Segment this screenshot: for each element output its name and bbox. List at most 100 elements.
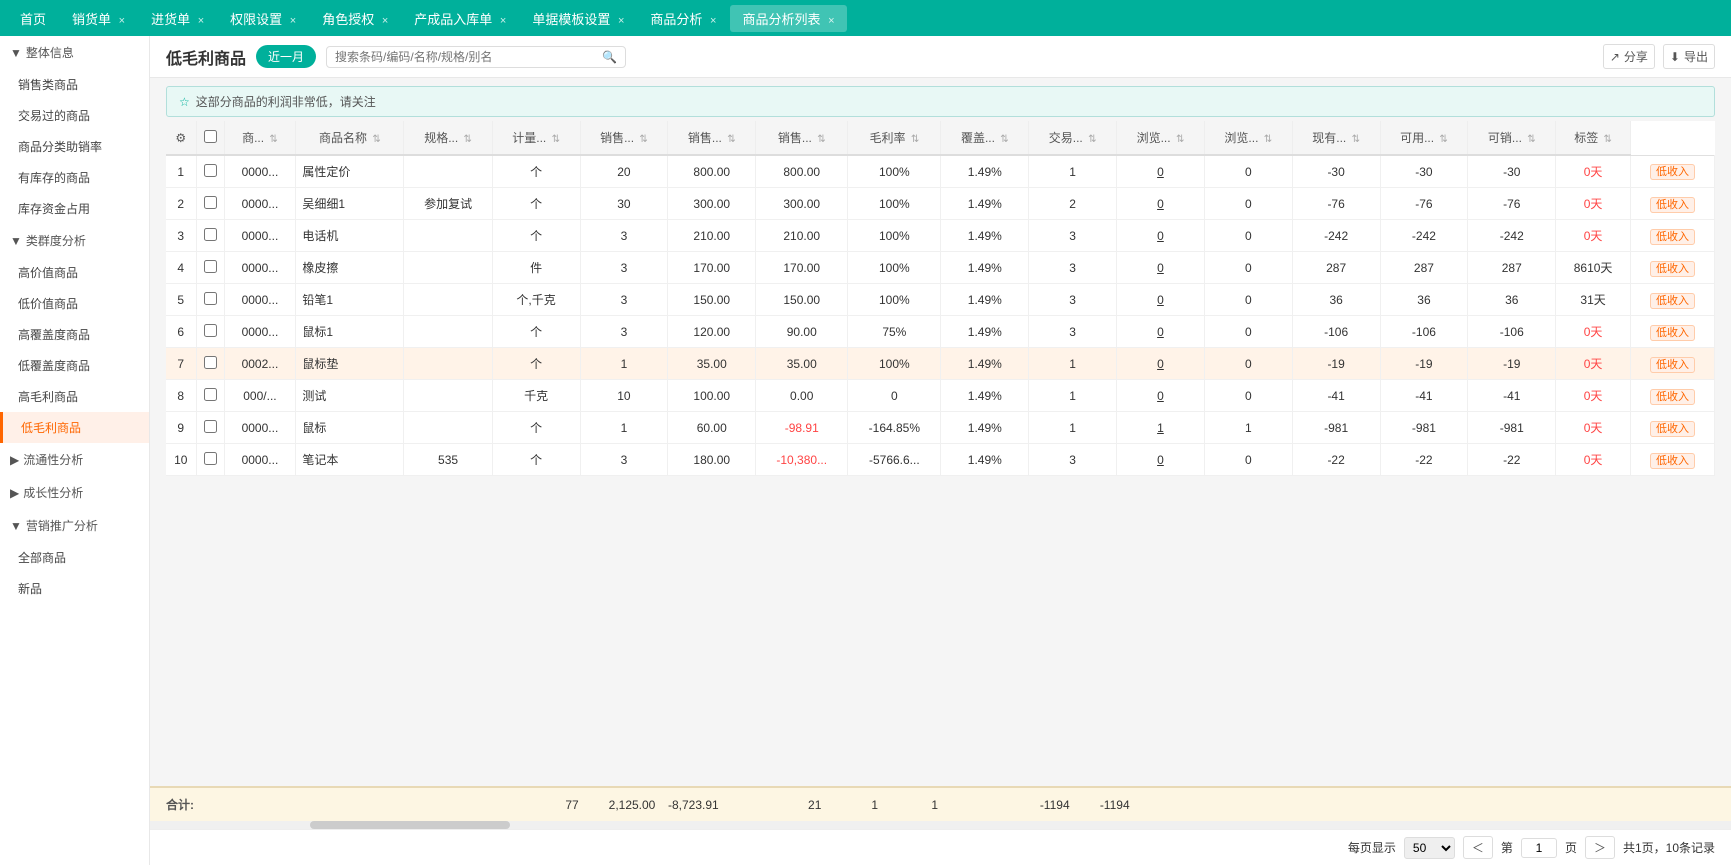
col-profit-pct[interactable]: 毛利率 ⇅ <box>848 121 941 155</box>
row-cb-9[interactable] <box>196 444 224 476</box>
col-spec[interactable]: 规格... ⇅ <box>404 121 492 155</box>
nav-permission[interactable]: 权限设置 × <box>218 5 308 32</box>
col-view2[interactable]: 浏览... ⇅ <box>1204 121 1292 155</box>
row-checkbox-1[interactable] <box>204 196 217 209</box>
col-current[interactable]: 现有... ⇅ <box>1292 121 1380 155</box>
col-available[interactable]: 可用... ⇅ <box>1380 121 1468 155</box>
row-checkbox-3[interactable] <box>204 260 217 273</box>
sidebar-item-traded-goods[interactable]: 交易过的商品 <box>0 100 149 131</box>
scroll-track[interactable] <box>150 821 1731 829</box>
sidebar-item-sales-goods[interactable]: 销售类商品 <box>0 69 149 100</box>
col-checkbox[interactable] <box>196 121 224 155</box>
nav-home[interactable]: 首页 <box>8 5 58 32</box>
row-cb-5[interactable] <box>196 316 224 348</box>
sidebar-item-capital[interactable]: 库存资金占用 <box>0 193 149 224</box>
row-trade-4[interactable]: 0 <box>1117 284 1205 316</box>
col-settings[interactable]: ⚙ <box>166 121 196 155</box>
close-goods-analysis-icon[interactable]: × <box>710 15 716 27</box>
sidebar-group-cluster[interactable]: ▼ 类群度分析 <box>0 224 149 257</box>
sidebar-item-new-goods[interactable]: 新品 <box>0 573 149 604</box>
close-product-entry-icon[interactable]: × <box>500 15 506 27</box>
close-goods-analysis-list-icon[interactable]: × <box>828 15 834 27</box>
sidebar-group-overall[interactable]: ▼ 整体信息 <box>0 36 149 69</box>
col-sales-profit[interactable]: 销售... ⇅ <box>756 121 848 155</box>
col-sales-qty[interactable]: 销售... ⇅ <box>580 121 668 155</box>
close-permission-icon[interactable]: × <box>290 15 296 27</box>
sidebar-group-circulation[interactable]: ▶ 流通性分析 <box>0 443 149 476</box>
close-sales-icon[interactable]: × <box>119 15 125 27</box>
col-code[interactable]: 商... ⇅ <box>224 121 296 155</box>
sidebar-item-category-rate[interactable]: 商品分类助销率 <box>0 131 149 162</box>
sidebar-group-growth[interactable]: ▶ 成长性分析 <box>0 476 149 509</box>
sidebar-item-low-coverage[interactable]: 低覆盖度商品 <box>0 350 149 381</box>
row-checkbox-4[interactable] <box>204 292 217 305</box>
row-trade-0[interactable]: 0 <box>1117 155 1205 188</box>
row-cb-1[interactable] <box>196 188 224 220</box>
col-unit[interactable]: 计量... ⇅ <box>492 121 580 155</box>
col-coverage[interactable]: 覆盖... ⇅ <box>941 121 1029 155</box>
sidebar-item-high-coverage[interactable]: 高覆盖度商品 <box>0 319 149 350</box>
row-cb-6[interactable] <box>196 348 224 380</box>
search-input[interactable] <box>335 50 598 64</box>
row-cb-2[interactable] <box>196 220 224 252</box>
select-all-checkbox[interactable] <box>204 130 217 143</box>
close-template-icon[interactable]: × <box>618 15 624 27</box>
row-trade-7[interactable]: 0 <box>1117 380 1205 412</box>
row-trade-2[interactable]: 0 <box>1117 220 1205 252</box>
nav-goods-analysis-list[interactable]: 商品分析列表 × <box>730 5 846 32</box>
nav-goods-analysis[interactable]: 商品分析 × <box>638 5 728 32</box>
sidebar-item-high-value[interactable]: 高价值商品 <box>0 257 149 288</box>
next-page-button[interactable]: ＞ <box>1585 836 1615 859</box>
row-cb-0[interactable] <box>196 155 224 188</box>
sidebar-item-low-margin[interactable]: 低毛利商品 <box>0 412 149 443</box>
nav-product-entry[interactable]: 产成品入库单 × <box>402 5 518 32</box>
row-trade-6[interactable]: 0 <box>1117 348 1205 380</box>
col-trade[interactable]: 交易... ⇅ <box>1029 121 1117 155</box>
search-icon[interactable]: 🔍 <box>602 50 617 64</box>
row-cb-7[interactable] <box>196 380 224 412</box>
close-purchase-icon[interactable]: × <box>198 15 204 27</box>
row-checkbox-7[interactable] <box>204 388 217 401</box>
sidebar-item-all-goods[interactable]: 全部商品 <box>0 542 149 573</box>
prev-page-button[interactable]: ＜ <box>1463 836 1493 859</box>
row-cb-4[interactable] <box>196 284 224 316</box>
page-input[interactable] <box>1521 838 1557 858</box>
col-tag[interactable]: 标签 ⇅ <box>1556 121 1631 155</box>
row-checkbox-9[interactable] <box>204 452 217 465</box>
row-trade-5[interactable]: 0 <box>1117 316 1205 348</box>
row-trade-1[interactable]: 0 <box>1117 188 1205 220</box>
col-days[interactable]: 可销... ⇅ <box>1468 121 1556 155</box>
row-cb-3[interactable] <box>196 252 224 284</box>
row-available-1: -76 <box>1468 188 1556 220</box>
row-trade-3[interactable]: 0 <box>1117 252 1205 284</box>
row-checkbox-2[interactable] <box>204 228 217 241</box>
col-view1[interactable]: 浏览... ⇅ <box>1117 121 1205 155</box>
row-current-5: -106 <box>1380 316 1468 348</box>
row-checkbox-0[interactable] <box>204 164 217 177</box>
close-role-icon[interactable]: × <box>382 15 388 27</box>
row-checkbox-5[interactable] <box>204 324 217 337</box>
row-checkbox-6[interactable] <box>204 356 217 369</box>
row-trade-9[interactable]: 0 <box>1117 444 1205 476</box>
scroll-thumb[interactable] <box>310 821 510 829</box>
row-cb-8[interactable] <box>196 412 224 444</box>
row-sales-qty-9: 3 <box>580 444 668 476</box>
nav-sales[interactable]: 销货单 × <box>60 5 137 32</box>
nav-role[interactable]: 角色授权 × <box>310 5 400 32</box>
page-size-select[interactable]: 50 100 200 <box>1404 837 1455 859</box>
col-sales-price[interactable]: 销售... ⇅ <box>668 121 756 155</box>
sidebar-item-in-stock[interactable]: 有库存的商品 <box>0 162 149 193</box>
row-name-9: 笔记本 <box>296 444 404 476</box>
col-name[interactable]: 商品名称 ⇅ <box>296 121 404 155</box>
table-wrapper[interactable]: ⚙ 商... ⇅ 商品名称 ⇅ 规格... ⇅ 计量... ⇅ 销售... ⇅ … <box>150 121 1731 786</box>
filter-recent-month-button[interactable]: 近一月 <box>256 45 316 68</box>
share-button[interactable]: ↗ 分享 <box>1603 44 1655 69</box>
row-checkbox-8[interactable] <box>204 420 217 433</box>
nav-template[interactable]: 单据模板设置 × <box>520 5 636 32</box>
nav-purchase[interactable]: 进货单 × <box>139 5 216 32</box>
sidebar-group-marketing[interactable]: ▼ 营销推广分析 <box>0 509 149 542</box>
sidebar-item-high-margin[interactable]: 高毛利商品 <box>0 381 149 412</box>
row-trade-8[interactable]: 1 <box>1117 412 1205 444</box>
export-button[interactable]: ⬇ 导出 <box>1663 44 1715 69</box>
sidebar-item-low-value[interactable]: 低价值商品 <box>0 288 149 319</box>
